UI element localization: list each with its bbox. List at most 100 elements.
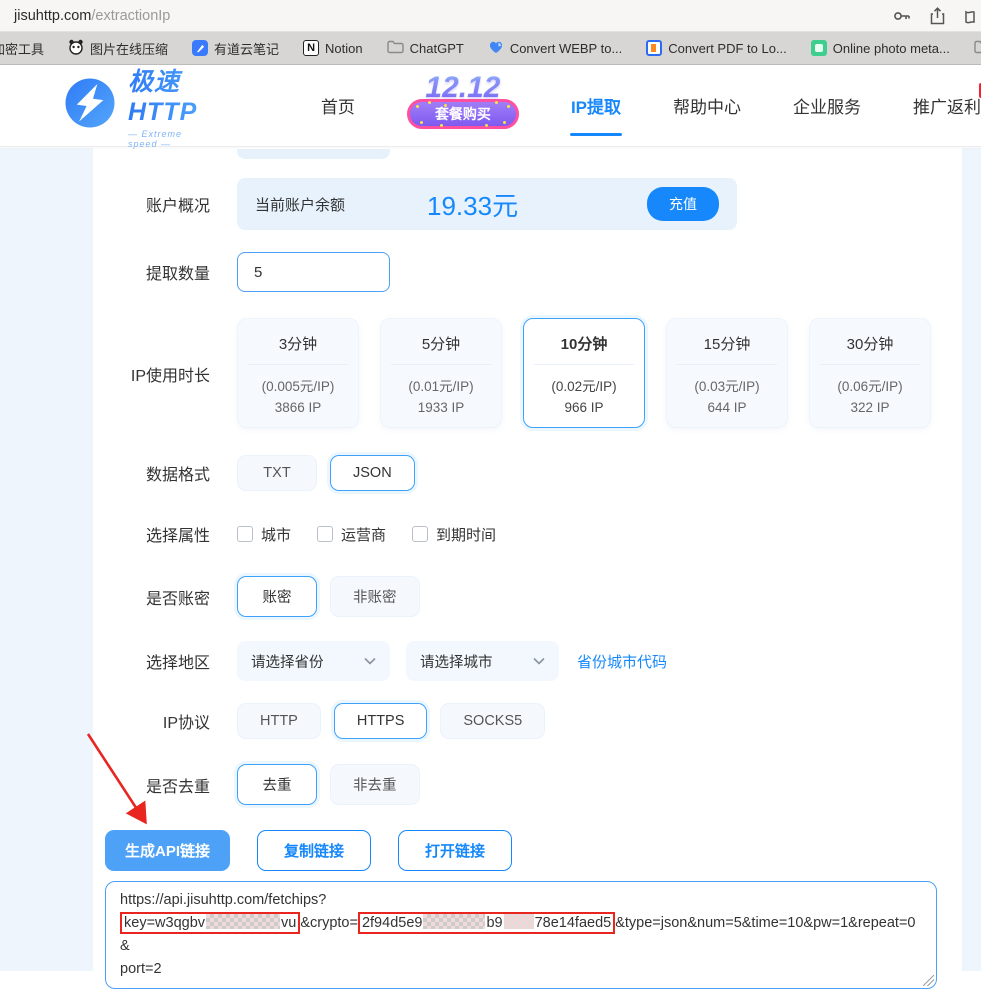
bookmark-notion[interactable]: N Notion (303, 40, 363, 56)
key-icon[interactable] (893, 10, 910, 22)
share-icon[interactable] (930, 6, 945, 25)
protocol-row: IP协议 HTTP HTTPS SOCKS5 (105, 703, 962, 739)
attrs-label: 选择属性 (145, 528, 210, 545)
lightning-logo-icon (62, 75, 118, 136)
main-nav: 首页 12.12 套餐购买 IP提取 帮助中心 企业服务 推广返利 (321, 72, 981, 133)
key-highlight-box: key=w3qgbv vu (120, 912, 301, 934)
city-select[interactable]: 请选择城市 (406, 641, 559, 681)
auth-option-noaccount[interactable]: 非账密 (330, 576, 420, 617)
url-path: /extractionIp (91, 7, 171, 24)
url-host[interactable]: jisuhttp.com (14, 8, 91, 24)
heart-icon (488, 40, 504, 57)
bookmark-youdao-note[interactable]: 有道云笔记 (192, 39, 279, 58)
censored-crypto-mosaic (423, 914, 486, 929)
format-option-json-selected[interactable]: JSON (330, 455, 415, 491)
quantity-input[interactable] (237, 252, 390, 292)
censored-crypto-mosaic (503, 914, 534, 929)
crypto-highlight-box: 2f94d5e9 b9 78e14faed5 (357, 912, 616, 934)
balance-value: 19.33元 (427, 190, 519, 221)
brand-logo[interactable]: 极速HTTP — Extreme speed — (62, 62, 201, 149)
checkbox-icon[interactable] (317, 526, 334, 542)
resize-handle[interactable] (923, 975, 934, 986)
chevron-down-icon (364, 653, 376, 669)
protocol-option-http[interactable]: HTTP (237, 703, 321, 739)
bookmark-chatgpt-folder[interactable]: ChatGPT (386, 40, 464, 57)
region-label: 选择地区 (145, 655, 210, 672)
checkbox-icon[interactable] (237, 526, 253, 542)
promo-buy-label: 套餐购买 (406, 98, 519, 129)
dedupe-label: 是否去重 (145, 778, 210, 796)
auth-option-account-selected[interactable]: 账密 (237, 576, 317, 617)
dedupe-row: 是否去重 去重 非去重 (105, 764, 962, 805)
clipped-element-above (237, 149, 390, 159)
duration-row: IP使用时长 3分钟 (0.005元/IP) 3866 IP 5分钟 (0.01… (105, 318, 962, 428)
chevron-down-icon (533, 653, 545, 669)
api-url-textarea[interactable]: https://api.jisuhttp.com/fetchips? key=w… (105, 881, 937, 989)
notion-icon: N (303, 40, 320, 56)
protocol-option-https-selected[interactable]: HTTPS (333, 703, 428, 739)
promo-badge-1212[interactable]: 12.12 套餐购买 (406, 72, 519, 129)
pdf-icon (646, 40, 663, 56)
page-background: 账户概况 当前账户余额 19.33元 充值 提取数量 IP使用时长 3分钟 (0… (0, 148, 981, 989)
attrs-row: 选择属性 城市 运营商 到期时间 (105, 522, 962, 546)
api-url-line2: key=w3qgbv vu &crypto= 2f94d5e9 b9 78e14faed5… (120, 912, 922, 958)
auth-row: 是否账密 账密 非账密 (105, 576, 962, 617)
bookmark-image-compress[interactable]: 图片在线压缩 (68, 39, 168, 58)
bookmark-convert-pdf[interactable]: Convert PDF to Lo... (646, 40, 787, 56)
duration-option-30min[interactable]: 30分钟 (0.06元/IP) 322 IP (809, 318, 931, 428)
duration-option-15min[interactable]: 15分钟 (0.03元/IP) 644 IP (666, 318, 788, 428)
dedupe-option-yes-selected[interactable]: 去重 (237, 764, 317, 805)
duration-option-10min-selected[interactable]: 10分钟 (0.02元/IP) 966 IP (523, 318, 645, 428)
generate-api-link-button[interactable]: 生成API链接 (105, 830, 231, 871)
bookmark-relakkes-folder[interactable]: Relakkes (974, 40, 981, 57)
province-city-code-link[interactable]: 省份城市代码 (577, 651, 667, 672)
auth-label: 是否账密 (145, 590, 210, 608)
panda-icon (68, 39, 84, 58)
actions-row: 生成API链接 复制链接 打开链接 (105, 830, 962, 871)
photo-icon (810, 40, 827, 56)
censored-key-mosaic (206, 914, 281, 929)
dedupe-option-no[interactable]: 非去重 (330, 764, 420, 805)
province-select[interactable]: 请选择省份 (237, 641, 390, 681)
tabs-icon[interactable] (965, 8, 979, 24)
nav-enterprise[interactable]: 企业服务 (793, 93, 861, 118)
bookmark-encrypt-tool[interactable]: 加密工具 (0, 39, 44, 58)
attr-checkbox-carrier[interactable]: 运营商 (317, 524, 386, 545)
attr-checkbox-city[interactable]: 城市 (237, 524, 291, 545)
protocol-option-socks5[interactable]: SOCKS5 (440, 703, 546, 739)
brand-tagline: — Extreme speed — (128, 129, 183, 149)
format-label: 数据格式 (145, 467, 210, 484)
api-url-line1: https://api.jisuhttp.com/fetchips? (120, 892, 327, 908)
attr-checkbox-expiry[interactable]: 到期时间 (412, 524, 496, 545)
duration-option-3min[interactable]: 3分钟 (0.005元/IP) 3866 IP (237, 318, 359, 428)
nav-ip-extract[interactable]: IP提取 (571, 93, 621, 118)
brand-name: 极速HTTP (128, 62, 201, 127)
duration-option-5min[interactable]: 5分钟 (0.01元/IP) 1933 IP (380, 318, 502, 428)
region-row: 选择地区 请选择省份 请选择城市 省份城市代码 (105, 641, 962, 681)
balance-label: 当前账户余额 (255, 196, 346, 214)
quantity-row: 提取数量 (105, 252, 962, 292)
open-link-button[interactable]: 打开链接 (398, 830, 513, 871)
checkbox-icon[interactable] (412, 526, 429, 542)
protocol-label: IP协议 (162, 715, 210, 732)
api-url-line3: port=2 (120, 961, 162, 977)
format-row: 数据格式 TXT JSON (105, 455, 962, 491)
recharge-button[interactable]: 充值 (647, 187, 719, 221)
browser-url-bar[interactable]: jisuhttp.com/extractionIp (0, 0, 981, 32)
duration-label: IP使用时长 (130, 368, 210, 385)
promo-date: 12.12 (407, 72, 519, 102)
folder-icon (974, 40, 981, 57)
nav-home[interactable]: 首页 (321, 93, 355, 118)
bookmark-photo-meta[interactable]: Online photo meta... (810, 40, 950, 56)
copy-link-button[interactable]: 复制链接 (257, 830, 372, 871)
quantity-label: 提取数量 (145, 266, 210, 283)
bookmarks-bar: 加密工具 图片在线压缩 有道云笔记 N Notion ChatGPT Conve… (0, 32, 981, 65)
bookmark-convert-webp[interactable]: Convert WEBP to... (488, 40, 622, 57)
nav-promotion-rebate[interactable]: 推广返利 (913, 83, 981, 118)
youdao-icon (192, 40, 209, 56)
site-header: 极速HTTP — Extreme speed — 首页 12.12 套餐购买 I… (0, 62, 981, 149)
folder-icon (386, 40, 404, 57)
format-option-txt[interactable]: TXT (237, 455, 317, 491)
account-label: 账户概况 (145, 198, 210, 215)
nav-help-center[interactable]: 帮助中心 (673, 93, 741, 118)
